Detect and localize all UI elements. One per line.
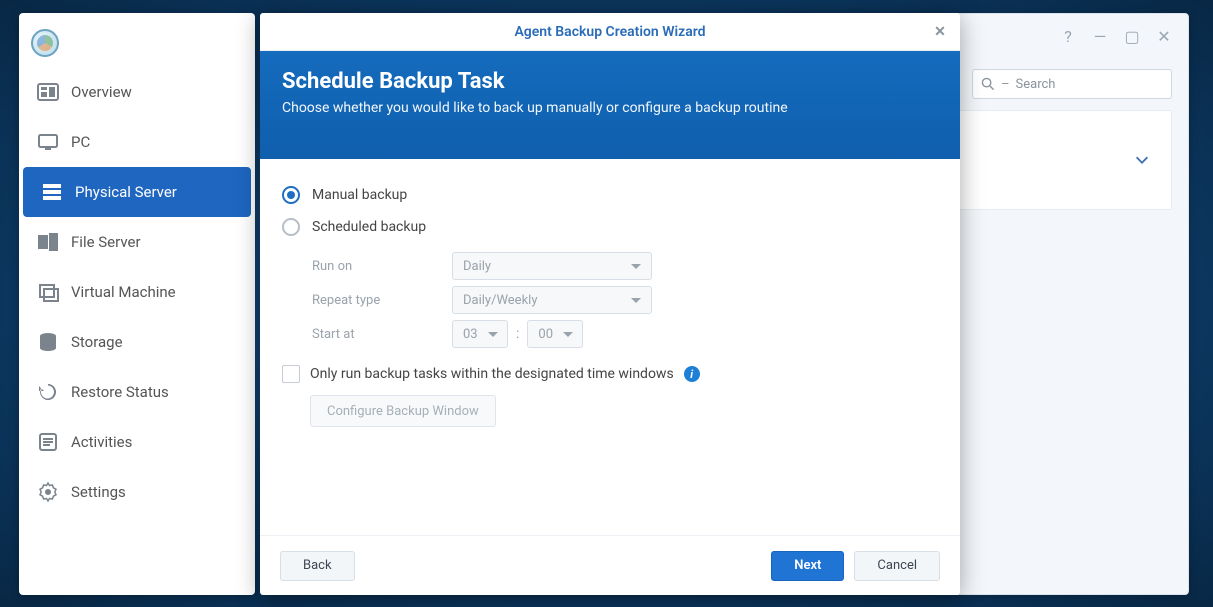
chevron-down-icon — [1133, 151, 1151, 169]
sidebar-item-label: Overview — [71, 83, 132, 101]
sidebar-item-label: Physical Server — [75, 183, 177, 201]
only-window-checkbox-row[interactable]: Only run backup tasks within the designa… — [282, 365, 938, 383]
modal-close-button[interactable]: ✕ — [930, 22, 950, 42]
dashboard-icon — [37, 82, 59, 102]
file-server-icon — [37, 232, 59, 252]
configure-backup-window-button[interactable]: Configure Backup Window — [310, 395, 496, 427]
sidebar-item-storage[interactable]: Storage — [19, 317, 255, 367]
modal-body: Manual backup Scheduled backup Run on Da… — [260, 159, 960, 535]
button-label: Configure Backup Window — [327, 404, 479, 419]
sidebar-item-label: Restore Status — [71, 383, 169, 401]
select-value: 03 — [463, 327, 478, 342]
select-value: Daily — [463, 259, 491, 274]
close-icon[interactable]: ✕ — [1156, 28, 1172, 44]
start-at-label: Start at — [312, 327, 452, 342]
schedule-options: Run on Daily Repeat type Daily/Weekly St… — [312, 249, 938, 351]
sidebar-item-label: Activities — [71, 433, 132, 451]
radio-scheduled-backup[interactable]: Scheduled backup — [282, 211, 938, 243]
run-on-select[interactable]: Daily — [452, 252, 652, 280]
gear-icon — [37, 482, 59, 502]
button-label: Back — [303, 558, 332, 573]
radio-label: Scheduled backup — [312, 219, 426, 235]
radio-checked-icon — [282, 186, 300, 204]
start-minute-select[interactable]: 00 — [527, 320, 583, 348]
sidebar-item-overview[interactable]: Overview — [19, 67, 255, 117]
info-icon[interactable]: i — [684, 366, 700, 382]
sidebar-item-restore-status[interactable]: Restore Status — [19, 367, 255, 417]
server-icon — [41, 182, 63, 202]
sidebar-item-file-server[interactable]: File Server — [19, 217, 255, 267]
caret-down-icon — [563, 332, 573, 337]
time-colon: : — [516, 326, 519, 342]
sidebar-item-label: Storage — [71, 333, 123, 351]
wizard-modal: Agent Backup Creation Wizard ✕ Schedule … — [260, 13, 960, 595]
sidebar-item-physical-server[interactable]: Physical Server — [23, 167, 251, 217]
radio-manual-backup[interactable]: Manual backup — [282, 179, 938, 211]
sidebar-item-label: Settings — [71, 483, 126, 501]
vm-icon — [37, 282, 59, 302]
app-icon — [31, 29, 59, 57]
storage-icon — [37, 332, 59, 352]
cancel-button[interactable]: Cancel — [854, 551, 940, 581]
sidebar: Overview PC Physical Server File Server — [19, 13, 255, 595]
maximize-icon[interactable]: ▢ — [1124, 28, 1140, 44]
caret-down-icon — [631, 298, 641, 303]
sidebar-item-pc[interactable]: PC — [19, 117, 255, 167]
select-value: 00 — [538, 327, 553, 342]
modal-heading: Schedule Backup Task — [282, 69, 938, 94]
modal-footer: Back Next Cancel — [260, 535, 960, 595]
search-input[interactable]: – Search — [972, 69, 1172, 99]
repeat-type-select[interactable]: Daily/Weekly — [452, 286, 652, 314]
caret-down-icon — [488, 332, 498, 337]
modal-subheading: Choose whether you would like to back up… — [282, 100, 938, 116]
button-label: Next — [794, 558, 821, 573]
caret-down-icon — [631, 264, 641, 269]
modal-banner: Schedule Backup Task Choose whether you … — [260, 51, 960, 159]
checkbox-unchecked-icon — [282, 365, 300, 383]
restore-icon — [37, 382, 59, 402]
help-icon[interactable]: ? — [1060, 28, 1076, 44]
sidebar-item-label: PC — [71, 133, 90, 151]
activities-icon — [37, 432, 59, 452]
sidebar-item-activities[interactable]: Activities — [19, 417, 255, 467]
repeat-type-label: Repeat type — [312, 293, 452, 308]
checkbox-label: Only run backup tasks within the designa… — [310, 366, 674, 382]
select-value: Daily/Weekly — [463, 293, 537, 308]
back-button[interactable]: Back — [280, 551, 355, 581]
sidebar-item-label: File Server — [71, 233, 141, 251]
radio-label: Manual backup — [312, 187, 407, 203]
pc-icon — [37, 132, 59, 152]
search-icon — [981, 77, 995, 91]
next-button[interactable]: Next — [771, 551, 844, 581]
button-label: Cancel — [877, 558, 917, 573]
modal-titlebar: Agent Backup Creation Wizard ✕ — [260, 13, 960, 51]
start-hour-select[interactable]: 03 — [452, 320, 508, 348]
minimize-icon[interactable]: — — [1092, 28, 1108, 44]
modal-title: Agent Backup Creation Wizard — [514, 24, 705, 40]
sidebar-item-virtual-machine[interactable]: Virtual Machine — [19, 267, 255, 317]
sidebar-nav: Overview PC Physical Server File Server — [19, 67, 255, 517]
search-placeholder: Search — [1016, 77, 1056, 92]
radio-unchecked-icon — [282, 218, 300, 236]
sidebar-item-label: Virtual Machine — [71, 283, 176, 301]
sidebar-item-settings[interactable]: Settings — [19, 467, 255, 517]
run-on-label: Run on — [312, 259, 452, 274]
